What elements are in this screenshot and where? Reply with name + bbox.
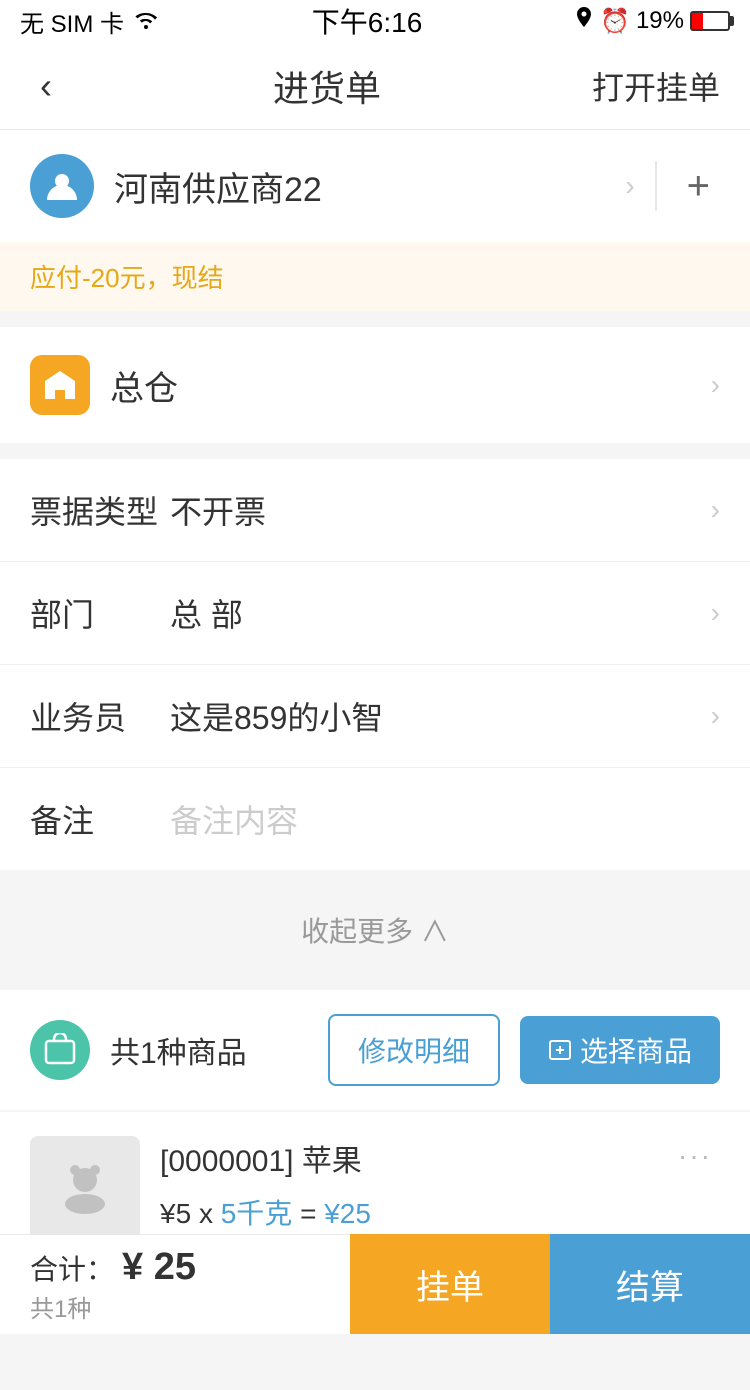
notice-bar: 应付-20元，现结 — [0, 242, 750, 311]
dept-row[interactable]: 部门 总 部 › — [0, 562, 750, 665]
dept-value: 总 部 — [160, 590, 711, 636]
product-count-label: 共1种商品 — [110, 1028, 308, 1072]
status-time: 下午6:16 — [312, 1, 423, 41]
remark-input[interactable]: 备注内容 — [160, 796, 720, 842]
bottom-total: 合计： ¥ 25 共1种 — [0, 1234, 350, 1334]
salesperson-value: 这是859的小智 — [160, 693, 711, 739]
supplier-avatar — [30, 154, 94, 218]
salesperson-row[interactable]: 业务员 这是859的小智 › — [0, 665, 750, 768]
supplier-divider — [655, 161, 657, 211]
invoice-value: 不开票 — [160, 487, 711, 533]
total-count: 共1种 — [30, 1289, 320, 1324]
form-section: 票据类型 不开票 › 部门 总 部 › 业务员 这是859的小智 › 备注 备注… — [0, 459, 750, 870]
content-area: 河南供应商22 › + 应付-20元，现结 总仓 › 票据类型 不开票 › 部门… — [0, 130, 750, 1390]
warehouse-name: 总仓 — [110, 361, 711, 410]
remark-label: 备注 — [30, 796, 160, 842]
status-bar: 无 SIM 卡 下午6:16 ⏰ 19% — [0, 0, 750, 42]
supplier-section: 河南供应商22 › + — [0, 130, 750, 242]
nav-bar: ‹ 进货单 打开挂单 — [0, 42, 750, 130]
status-right: ⏰ 19% — [574, 7, 730, 36]
status-left: 无 SIM 卡 — [20, 4, 160, 39]
edit-detail-button[interactable]: 修改明细 — [328, 1014, 500, 1086]
invoice-row[interactable]: 票据类型 不开票 › — [0, 459, 750, 562]
battery-percent: 19% — [636, 7, 684, 35]
total-row: 合计： ¥ 25 — [30, 1246, 320, 1289]
bottom-bar: 合计： ¥ 25 共1种 挂单 结算 — [0, 1234, 750, 1334]
remark-row[interactable]: 备注 备注内容 — [0, 768, 750, 870]
salesperson-arrow-icon: › — [711, 700, 720, 732]
product-title: 苹果 — [302, 1145, 362, 1178]
settle-button[interactable]: 结算 — [550, 1234, 750, 1334]
product-price: ¥5 x 5千克 = ¥25 — [160, 1192, 650, 1232]
product-thumbnail — [30, 1136, 140, 1246]
open-pending-button[interactable]: 打开挂单 — [592, 63, 720, 109]
warehouse-row[interactable]: 总仓 › — [0, 327, 750, 443]
pending-button[interactable]: 挂单 — [350, 1234, 550, 1334]
total-amount: ¥ 25 — [122, 1246, 196, 1289]
page-title: 进货单 — [273, 60, 381, 112]
invoice-label: 票据类型 — [30, 487, 160, 533]
product-name: [0000001] 苹果 — [160, 1136, 650, 1180]
back-button[interactable]: ‹ — [30, 55, 62, 117]
select-product-label: 选择商品 — [580, 1030, 692, 1070]
supplier-name: 河南供应商22 — [114, 162, 625, 211]
wifi-icon — [132, 7, 160, 36]
product-icon — [30, 1020, 90, 1080]
total-label: 合计： — [30, 1248, 114, 1288]
warehouse-icon — [30, 355, 90, 415]
supplier-add-button[interactable]: + — [677, 164, 720, 209]
sim-status: 无 SIM 卡 — [20, 4, 124, 39]
location-icon — [574, 7, 594, 36]
collapse-label: 收起更多 ∧ — [301, 910, 449, 950]
invoice-arrow-icon: › — [711, 494, 720, 526]
salesperson-label: 业务员 — [30, 693, 160, 739]
supplier-row[interactable]: 河南供应商22 › + — [0, 130, 750, 242]
collapse-row[interactable]: 收起更多 ∧ — [0, 886, 750, 974]
notice-text: 应付-20元，现结 — [30, 263, 224, 293]
battery-icon — [690, 11, 730, 31]
product-total: ¥25 — [324, 1198, 371, 1229]
product-quantity: 5千克 — [221, 1198, 293, 1229]
product-info: [0000001] 苹果 ¥5 x 5千克 = ¥25 — [160, 1136, 650, 1232]
product-header: 共1种商品 修改明细 选择商品 — [0, 990, 750, 1110]
product-code: [0000001] — [160, 1145, 293, 1178]
dept-arrow-icon: › — [711, 597, 720, 629]
warehouse-arrow-icon: › — [711, 369, 720, 401]
product-more-button[interactable]: ··· — [670, 1136, 720, 1176]
alarm-icon: ⏰ — [600, 7, 630, 36]
supplier-arrow-icon: › — [625, 170, 634, 202]
select-product-button[interactable]: 选择商品 — [520, 1016, 720, 1084]
product-thumb-placeholder — [50, 1152, 120, 1230]
dept-label: 部门 — [30, 590, 160, 636]
